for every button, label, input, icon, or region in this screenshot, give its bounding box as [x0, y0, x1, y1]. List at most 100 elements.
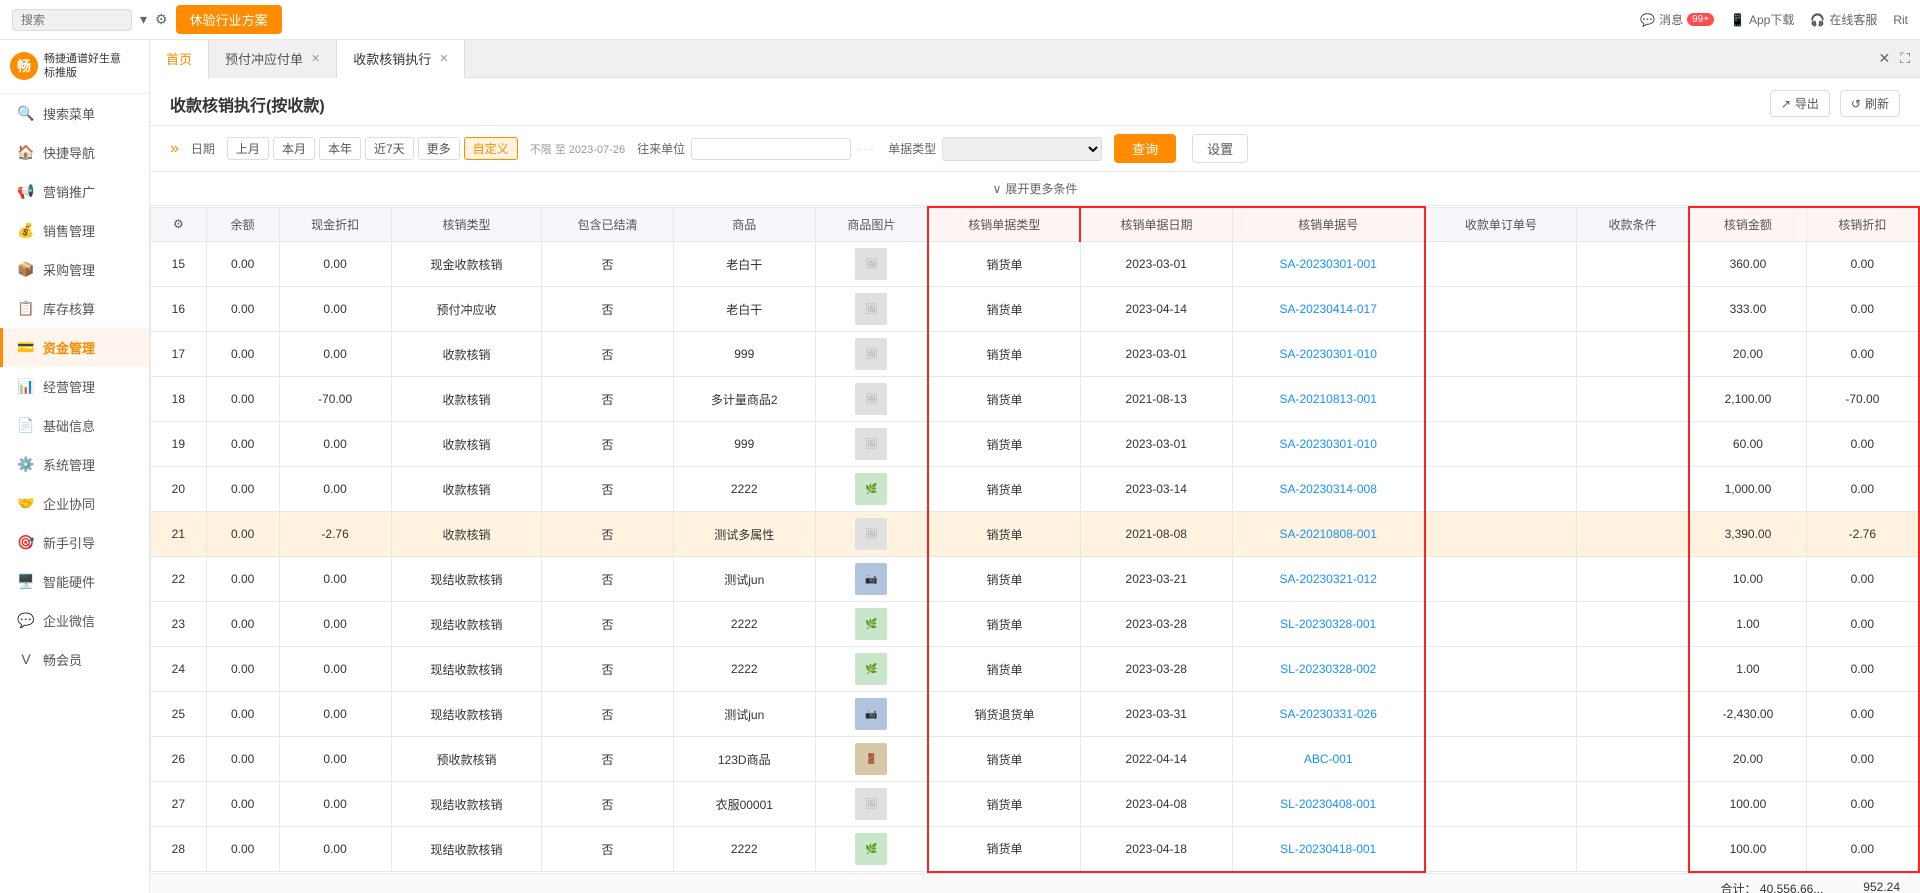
sidebar-item-collab[interactable]: 🤝 企业协同 — [0, 484, 149, 523]
tab-prepay[interactable]: 预付冲应付单 ✕ — [209, 40, 337, 78]
search-menu-icon: 🔍 — [17, 105, 35, 122]
cell-type: 收款核销 — [391, 377, 542, 422]
settings-icon[interactable]: ⚙ — [155, 11, 168, 28]
writeoff-no-link[interactable]: SA-20230414-017 — [1279, 302, 1376, 316]
sidebar-item-guide[interactable]: 🎯 新手引导 — [0, 523, 149, 562]
col-header-settings[interactable]: ⚙ — [151, 207, 207, 242]
writeoff-no-link[interactable]: SA-20230301-010 — [1279, 437, 1376, 451]
tab-collection-close[interactable]: ✕ — [439, 52, 448, 65]
counterpart-input[interactable] — [691, 138, 851, 160]
sidebar-item-finance[interactable]: 💳 资金管理 — [0, 328, 149, 367]
writeoff-no-link[interactable]: SA-20230314-008 — [1279, 482, 1376, 496]
cell-include-cleared: 否 — [542, 242, 673, 287]
cell-include-cleared: 否 — [542, 332, 673, 377]
table-row: 19 0.00 0.00 收款核销 否 999 🖼 销货单 2023-03-01… — [151, 422, 1920, 467]
goods-image-green: 🌿 — [855, 653, 887, 685]
export-button[interactable]: ↗ 导出 — [1770, 90, 1830, 117]
cell-include-cleared: 否 — [542, 647, 673, 692]
sidebar-item-wechat[interactable]: 💬 企业微信 — [0, 601, 149, 640]
cell-cash-discount: 0.00 — [279, 467, 391, 512]
writeoff-no-link[interactable]: SL-20230328-001 — [1280, 617, 1376, 631]
table-row: 28 0.00 0.00 现结收款核销 否 2222 🌿 销货单 2023-04… — [151, 827, 1920, 872]
cell-balance: 0.00 — [206, 782, 279, 827]
last-month-btn[interactable]: 上月 — [227, 137, 269, 160]
cell-writeoff-amount: 1.00 — [1689, 647, 1806, 692]
search-input[interactable] — [12, 9, 132, 31]
tab-prepay-close[interactable]: ✕ — [311, 52, 320, 65]
sidebar-item-operations[interactable]: 📊 经营管理 — [0, 367, 149, 406]
cell-goods-img: 🌿 — [815, 647, 928, 692]
online-support-item[interactable]: 🎧 在线客服 — [1810, 11, 1877, 28]
sidebar-item-system[interactable]: ⚙️ 系统管理 — [0, 445, 149, 484]
table-container[interactable]: ⚙ 余额 现金折扣 核销类型 包含已结清 商品 商品图片 核销单据类型 核销单据… — [150, 206, 1920, 893]
messages-item[interactable]: 💬 消息 99+ — [1640, 11, 1714, 28]
export-icon: ↗ — [1781, 97, 1791, 111]
sidebar-item-inventory[interactable]: 📋 库存核算 — [0, 289, 149, 328]
this-month-btn[interactable]: 本月 — [273, 137, 315, 160]
total-discount-value: 952.24 — [1863, 880, 1900, 893]
refresh-button[interactable]: ↺ 刷新 — [1840, 90, 1900, 117]
writeoff-no-link[interactable]: SA-20230301-001 — [1279, 257, 1376, 271]
maximize-icon[interactable]: ⛶ — [1898, 48, 1912, 69]
cell-writeoff-discount: 0.00 — [1806, 467, 1919, 512]
writeoff-no-link[interactable]: SL-20230408-001 — [1280, 797, 1376, 811]
cell-balance: 0.00 — [206, 377, 279, 422]
cell-goods: 123D商品 — [673, 737, 815, 782]
last-7days-btn[interactable]: 近7天 — [365, 137, 414, 160]
custom-btn[interactable]: 自定义 — [464, 137, 518, 160]
user-name: Rit — [1893, 13, 1908, 27]
sidebar-item-hardware[interactable]: 🖥️ 智能硬件 — [0, 562, 149, 601]
sidebar-item-member[interactable]: V 畅会员 — [0, 640, 149, 679]
writeoff-no-link[interactable]: SA-20230331-026 — [1279, 707, 1376, 721]
writeoff-no-link[interactable]: SL-20230418-001 — [1280, 842, 1376, 856]
filter-bar: » 日期 上月 本月 本年 近7天 更多 自定义 不限 至 2023-07-26… — [150, 126, 1920, 172]
user-item[interactable]: Rit — [1893, 13, 1908, 27]
voucher-type-select[interactable] — [942, 137, 1102, 161]
writeoff-no-link[interactable]: SA-20230321-012 — [1279, 572, 1376, 586]
tab-collection[interactable]: 收款核销执行 ✕ — [337, 40, 465, 78]
writeoff-no-link[interactable]: SA-20230301-010 — [1279, 347, 1376, 361]
industry-solution-button[interactable]: 休验行业方案 — [176, 5, 282, 34]
sidebar-item-quicknav[interactable]: 🏠 快捷导航 — [0, 133, 149, 172]
cell-balance: 0.00 — [206, 467, 279, 512]
expand-more-row: ∨ 展开更多条件 — [150, 172, 1920, 206]
goods-image-placeholder: 🖼 — [855, 293, 887, 325]
cell-writeoff-discount: 0.00 — [1806, 737, 1919, 782]
cell-goods: 2222 — [673, 647, 815, 692]
sidebar-item-label-wechat: 企业微信 — [43, 611, 95, 630]
writeoff-no-link[interactable]: SA-20210808-001 — [1279, 527, 1376, 541]
page-title: 收款核销执行(按收款) — [170, 92, 325, 116]
cell-writeoff-amount: -2,430.00 — [1689, 692, 1806, 737]
cell-writeoff-voucher-type: 销货单 — [928, 287, 1080, 332]
close-tab-icon[interactable]: ✕ — [1876, 48, 1892, 69]
sidebar-item-marketing[interactable]: 📢 营销推广 — [0, 172, 149, 211]
inventory-icon: 📋 — [17, 300, 35, 317]
hardware-icon: 🖥️ — [17, 573, 35, 590]
sidebar-item-basicinfo[interactable]: 📄 基础信息 — [0, 406, 149, 445]
writeoff-no-link[interactable]: SA-20210813-001 — [1279, 392, 1376, 406]
app-download-item[interactable]: 📱 App下载 — [1730, 11, 1794, 28]
filter-expand-arrow[interactable]: » — [170, 140, 179, 158]
footer-total-discount: 952.24 — [1863, 880, 1900, 893]
sidebar-item-search[interactable]: 🔍 搜索菜单 — [0, 94, 149, 133]
writeoff-no-link[interactable]: SL-20230328-002 — [1280, 662, 1376, 676]
setting-button[interactable]: 设置 — [1192, 134, 1248, 163]
query-button[interactable]: 查询 — [1114, 134, 1176, 163]
sidebar-item-sales[interactable]: 💰 销售管理 — [0, 211, 149, 250]
writeoff-no-link[interactable]: ABC-001 — [1304, 752, 1353, 766]
table-row: 16 0.00 0.00 预付冲应收 否 老白干 🖼 销货单 2023-04-1… — [151, 287, 1920, 332]
dropdown-icon[interactable]: ▾ — [140, 11, 147, 28]
sidebar-item-label-purchase: 采购管理 — [43, 260, 95, 279]
more-btn[interactable]: 更多 — [418, 137, 460, 160]
home-icon: 🏠 — [17, 144, 35, 161]
cell-cash-discount: 0.00 — [279, 692, 391, 737]
cell-writeoff-discount: 0.00 — [1806, 242, 1919, 287]
operations-icon: 📊 — [17, 378, 35, 395]
sidebar-item-purchase[interactable]: 📦 采购管理 — [0, 250, 149, 289]
cell-collection-order — [1425, 737, 1577, 782]
expand-more-button[interactable]: ∨ 展开更多条件 — [981, 176, 1090, 201]
table-footer: 合计： 40,556,66... 952.24 — [150, 873, 1920, 893]
tab-home[interactable]: 首页 — [150, 40, 209, 78]
goods-image-photo: 📷 — [855, 563, 887, 595]
this-year-btn[interactable]: 本年 — [319, 137, 361, 160]
